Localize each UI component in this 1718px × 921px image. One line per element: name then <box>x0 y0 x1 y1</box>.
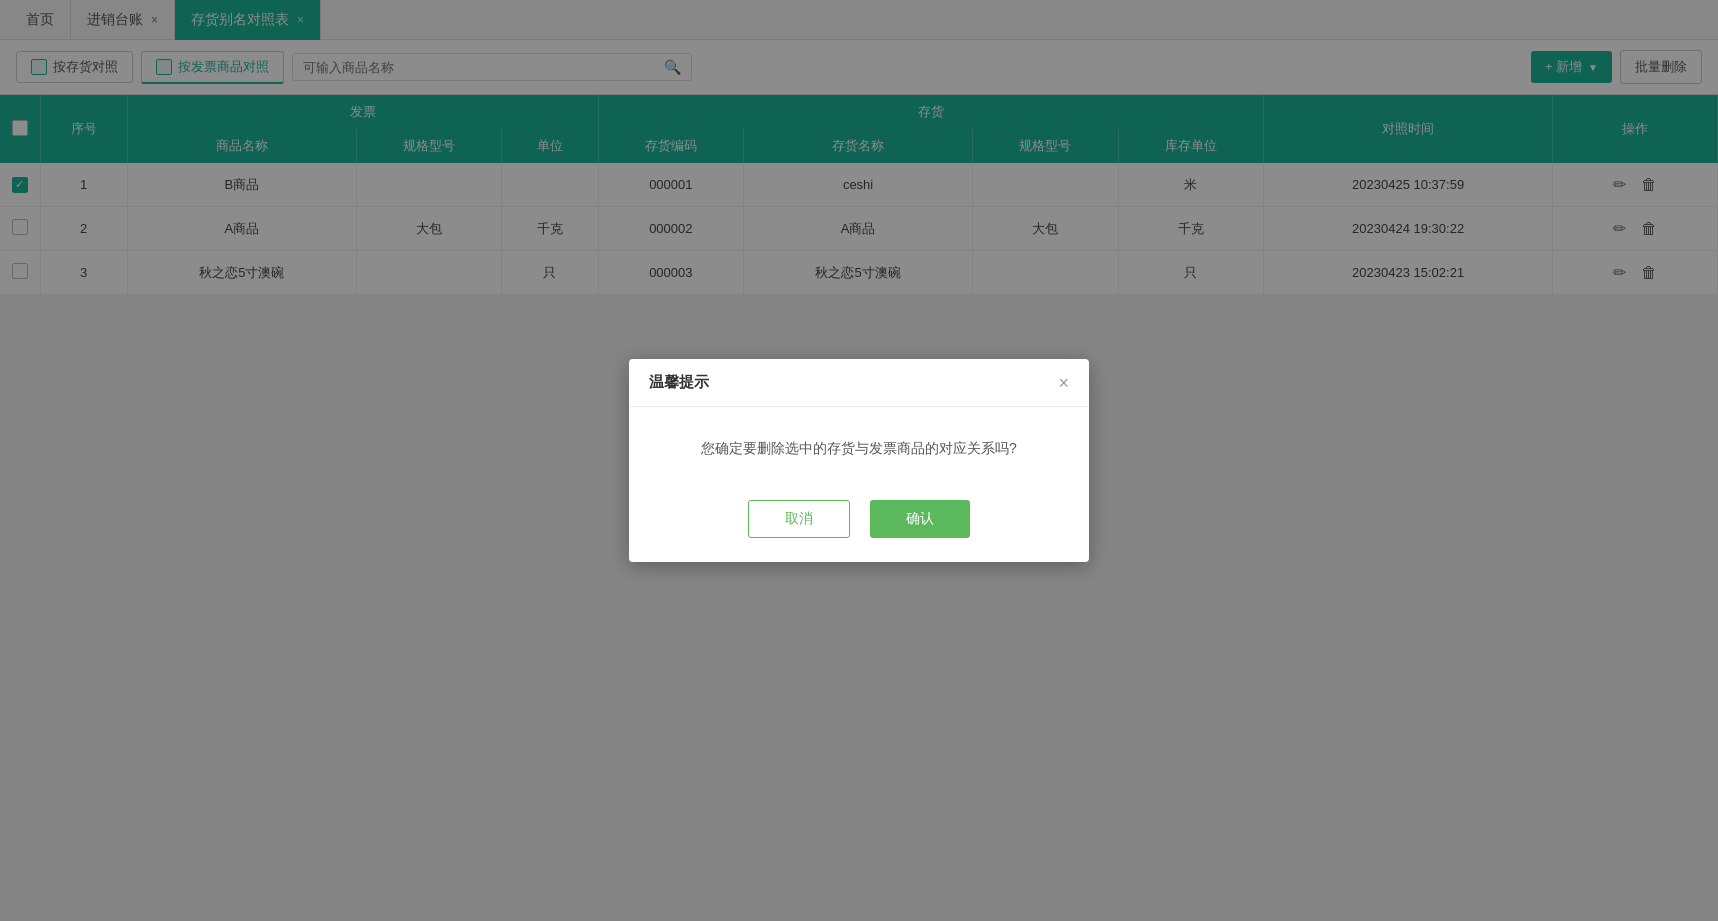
modal-overlay: 温馨提示 × 您确定要删除选中的存货与发票商品的对应关系吗? 取消 确认 <box>0 0 1718 295</box>
